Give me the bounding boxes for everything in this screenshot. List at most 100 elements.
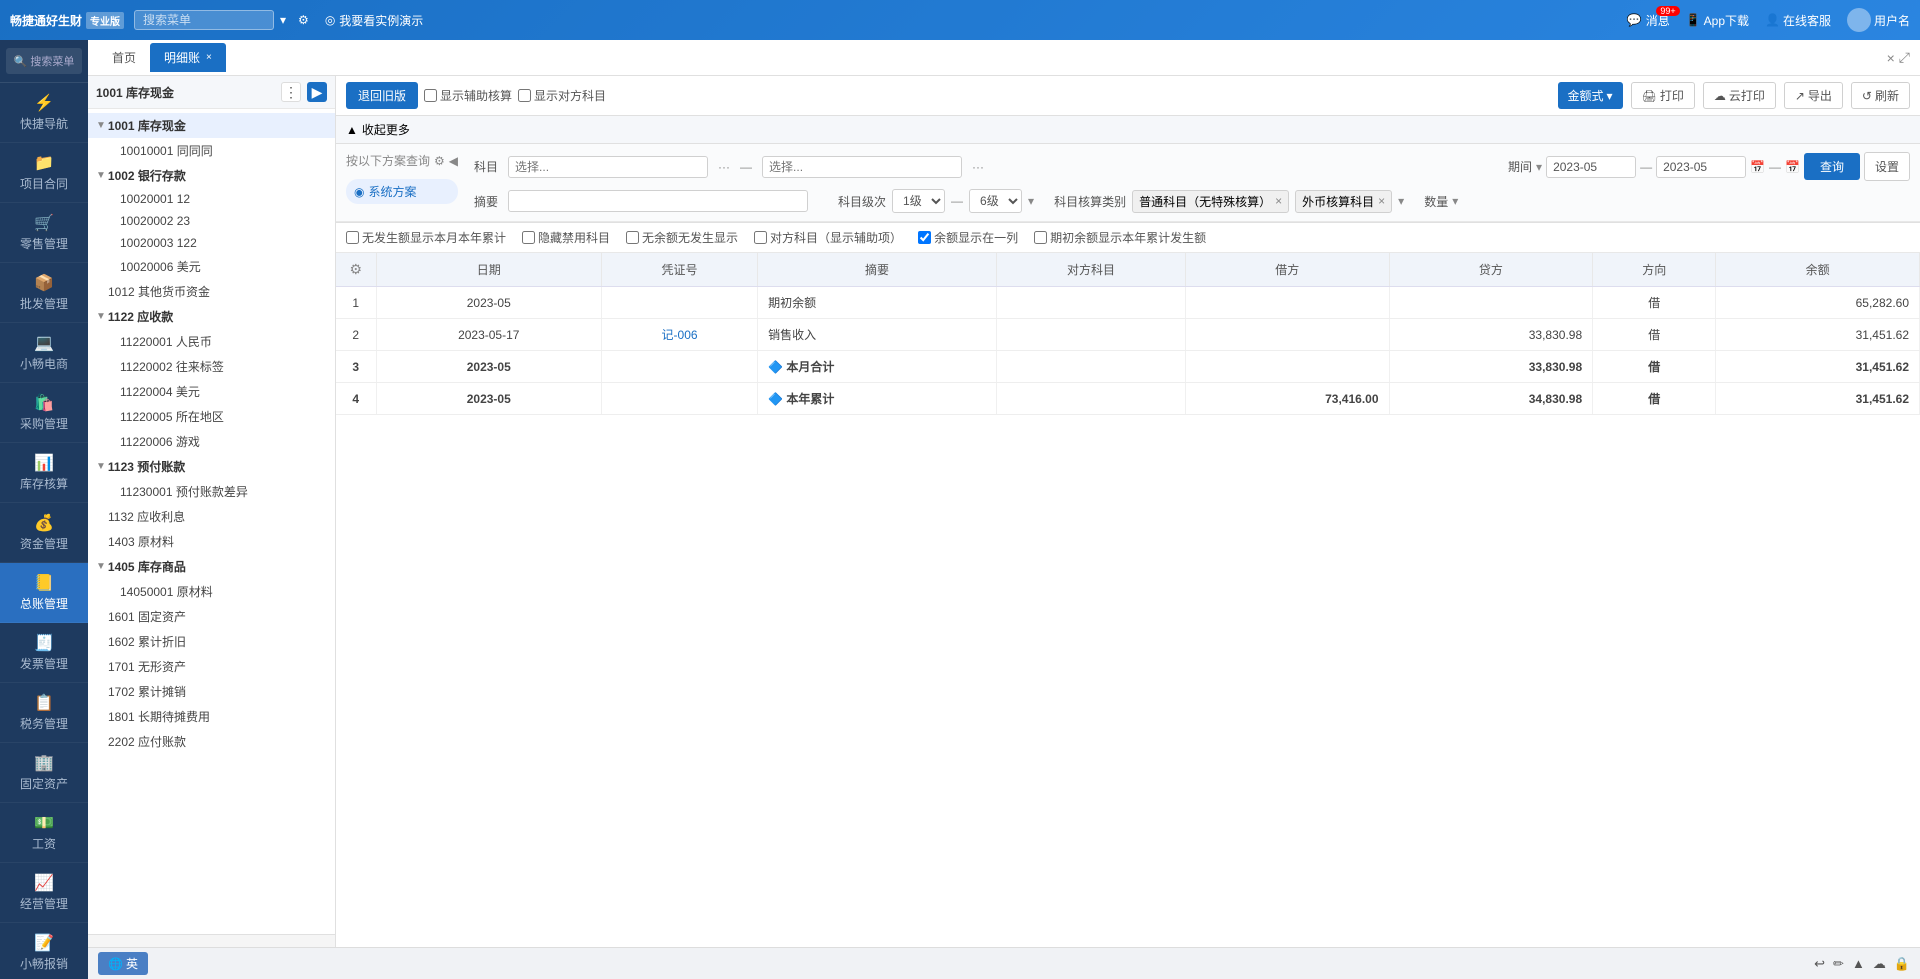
calc-tag-2-close[interactable]: × xyxy=(1378,194,1385,208)
sidebar-item-retail[interactable]: 🛒 零售管理 xyxy=(0,203,88,263)
subject-input[interactable] xyxy=(508,156,708,178)
tree-item-10020001[interactable]: 10020001 12 xyxy=(88,188,335,210)
app-download-btn[interactable]: 📱 App下载 xyxy=(1686,12,1749,29)
print-btn[interactable]: 🖨 打印 xyxy=(1631,82,1695,109)
messages-btn[interactable]: 💬 消息 99+ xyxy=(1627,12,1670,29)
period-end-input[interactable] xyxy=(1656,156,1746,178)
demo-link[interactable]: 我要看实例演示 xyxy=(325,12,424,29)
calc-tag-1[interactable]: 普通科目（无特殊核算） × xyxy=(1132,190,1289,213)
tree-icons-btn[interactable]: ⋮ xyxy=(281,82,301,102)
checkbox-balance-one-col[interactable]: 余额显示在一列 xyxy=(918,229,1018,246)
checkbox-opening-accum[interactable]: 期初余额显示本年累计发生额 xyxy=(1034,229,1206,246)
toggle-icon[interactable]: ▼ xyxy=(96,461,106,472)
toggle-icon[interactable]: ▼ xyxy=(96,561,106,572)
query-button[interactable]: 查询 xyxy=(1804,153,1860,180)
tree-nav-btn[interactable]: ▶ xyxy=(307,82,327,102)
tree-item-14050001[interactable]: 14050001 原材料 xyxy=(88,579,335,604)
period-dropdown-icon[interactable]: ▾ xyxy=(1536,160,1542,174)
toggle-icon[interactable]: ▼ xyxy=(96,170,106,181)
checkbox-no-balance-show2[interactable]: 无余额无发生显示 xyxy=(626,229,738,246)
tree-item-10010001[interactable]: 10010001 同同同 xyxy=(88,138,335,163)
sidebar-item-project[interactable]: 📁 项目合同 xyxy=(0,143,88,203)
sidebar-item-ops[interactable]: 📈 经营管理 xyxy=(0,863,88,923)
checkbox-no-balance[interactable]: 无发生额显示本月本年累计 xyxy=(346,229,506,246)
tree-item-1122[interactable]: ▼1122 应收款 xyxy=(88,304,335,329)
upload-icon[interactable]: ▲ xyxy=(1852,956,1865,971)
cell-voucher[interactable]: 记-006 xyxy=(602,319,758,351)
tree-item-1132[interactable]: 1132 应收利息 xyxy=(88,504,335,529)
gear-icon[interactable]: ⚙ xyxy=(298,13,309,27)
subject-input-end[interactable] xyxy=(762,156,962,178)
sidebar-item-quick-nav[interactable]: ⚡ 快捷导航 xyxy=(0,83,88,143)
level-start-select[interactable]: 1级 xyxy=(892,189,945,213)
panel-close-icon[interactable]: × xyxy=(1887,50,1895,66)
settings-button[interactable]: 设置 xyxy=(1864,152,1910,181)
tree-item-1001[interactable]: ▼1001 库存现金 xyxy=(88,113,335,138)
tree-item-1123[interactable]: ▼1123 预付账款 xyxy=(88,454,335,479)
tab-detail[interactable]: 明细账 × xyxy=(150,43,226,72)
sidebar-item-purchase[interactable]: 🛍️ 采购管理 xyxy=(0,383,88,443)
tree-item-1701[interactable]: 1701 无形资产 xyxy=(88,654,335,679)
calc-tag-2[interactable]: 外币核算科目 × xyxy=(1295,190,1392,213)
sidebar-item-ledger[interactable]: 📒 总账管理 xyxy=(0,563,88,623)
sidebar-item-payroll[interactable]: 💵 工资 xyxy=(0,803,88,863)
query-toggle[interactable]: ▲ 收起更多 xyxy=(336,116,1920,144)
tree-item-11220005[interactable]: 11220005 所在地区 xyxy=(88,404,335,429)
tree-item-11220002[interactable]: 11220002 往来标签 xyxy=(88,354,335,379)
voucher-link[interactable]: 记-006 xyxy=(662,328,698,342)
sidebar-item-capital[interactable]: 💰 资金管理 xyxy=(0,503,88,563)
user-avatar[interactable]: 用户名 xyxy=(1847,8,1910,32)
summary-input[interactable] xyxy=(508,190,808,212)
sidebar-item-report[interactable]: 📝 小畅报销 xyxy=(0,923,88,979)
tree-item-1702[interactable]: 1702 累计摊销 xyxy=(88,679,335,704)
settings-icon[interactable]: ⚙ xyxy=(434,154,445,168)
toggle-icon[interactable]: ▼ xyxy=(96,311,106,322)
calc-tag-1-close[interactable]: × xyxy=(1275,194,1282,208)
collapse-icon[interactable]: ◀ xyxy=(449,154,458,168)
sidebar-item-invoice[interactable]: 🧾 发票管理 xyxy=(0,623,88,683)
sidebar-search-button[interactable]: 🔍 搜索菜单 xyxy=(6,48,82,74)
tree-item-1602[interactable]: 1602 累计折旧 xyxy=(88,629,335,654)
tab-close-icon[interactable]: × xyxy=(206,52,212,63)
dropdown-icon[interactable]: ▾ xyxy=(280,13,286,27)
calendar-end-icon[interactable]: 📅 xyxy=(1785,160,1800,174)
tree-item-10020006[interactable]: 10020006 美元 xyxy=(88,254,335,279)
refresh-btn[interactable]: ↺ 刷新 xyxy=(1851,82,1910,109)
lock-icon[interactable]: 🔒 xyxy=(1894,956,1910,972)
tree-item-1405[interactable]: ▼1405 库存商品 xyxy=(88,554,335,579)
back-old-btn[interactable]: 退回旧版 xyxy=(346,82,418,109)
tree-item-10020002[interactable]: 10020002 23 xyxy=(88,210,335,232)
tree-item-1801[interactable]: 1801 长期待摊费用 xyxy=(88,704,335,729)
cloud-print-btn[interactable]: ☁ 云打印 xyxy=(1703,82,1776,109)
sidebar-item-assets[interactable]: 🏢 固定资产 xyxy=(0,743,88,803)
tree-item-1403[interactable]: 1403 原材料 xyxy=(88,529,335,554)
scheme-option[interactable]: ◉ 系统方案 xyxy=(346,179,458,204)
checkbox-hide-disabled[interactable]: 隐藏禁用科目 xyxy=(522,229,610,246)
toggle-icon[interactable]: ▼ xyxy=(96,120,106,131)
level-end-select[interactable]: 6级 xyxy=(969,189,1022,213)
panel-maximize-icon[interactable]: ⤢ xyxy=(1899,49,1910,66)
col-settings[interactable]: ⚙ xyxy=(336,253,376,287)
tree-item-11220006[interactable]: 11220006 游戏 xyxy=(88,429,335,454)
tab-home[interactable]: 首页 xyxy=(98,43,150,72)
tree-item-1601[interactable]: 1601 固定资产 xyxy=(88,604,335,629)
sidebar-item-inventory[interactable]: 📊 库存核算 xyxy=(0,443,88,503)
period-start-input[interactable] xyxy=(1546,156,1636,178)
tree-item-11220004[interactable]: 11220004 美元 xyxy=(88,379,335,404)
sidebar-item-tax[interactable]: 📋 税务管理 xyxy=(0,683,88,743)
cloud-icon[interactable]: ☁ xyxy=(1873,956,1886,972)
tree-item-11230001[interactable]: 11230001 预付账款差异 xyxy=(88,479,335,504)
format-btn[interactable]: 金额式 ▾ xyxy=(1558,82,1623,109)
tree-item-2202[interactable]: 2202 应付账款 xyxy=(88,729,335,754)
level-dropdown-icon[interactable]: ▾ xyxy=(1028,194,1034,208)
sidebar-item-wholesale[interactable]: 📦 批发管理 xyxy=(0,263,88,323)
tree-item-1012[interactable]: 1012 其他货币资金 xyxy=(88,279,335,304)
calendar-icon[interactable]: 📅 xyxy=(1750,160,1765,174)
undo-icon[interactable]: ↩ xyxy=(1814,956,1825,972)
tree-scroll[interactable] xyxy=(88,935,335,947)
online-service-btn[interactable]: 👤 在线客服 xyxy=(1765,12,1831,29)
checkbox-opposite-show[interactable]: 对方科目（显示辅助项） xyxy=(754,229,902,246)
calc-dropdown-icon[interactable]: ▾ xyxy=(1398,194,1404,208)
sidebar-item-ecommerce[interactable]: 💻 小畅电商 xyxy=(0,323,88,383)
search-input[interactable] xyxy=(134,10,274,30)
